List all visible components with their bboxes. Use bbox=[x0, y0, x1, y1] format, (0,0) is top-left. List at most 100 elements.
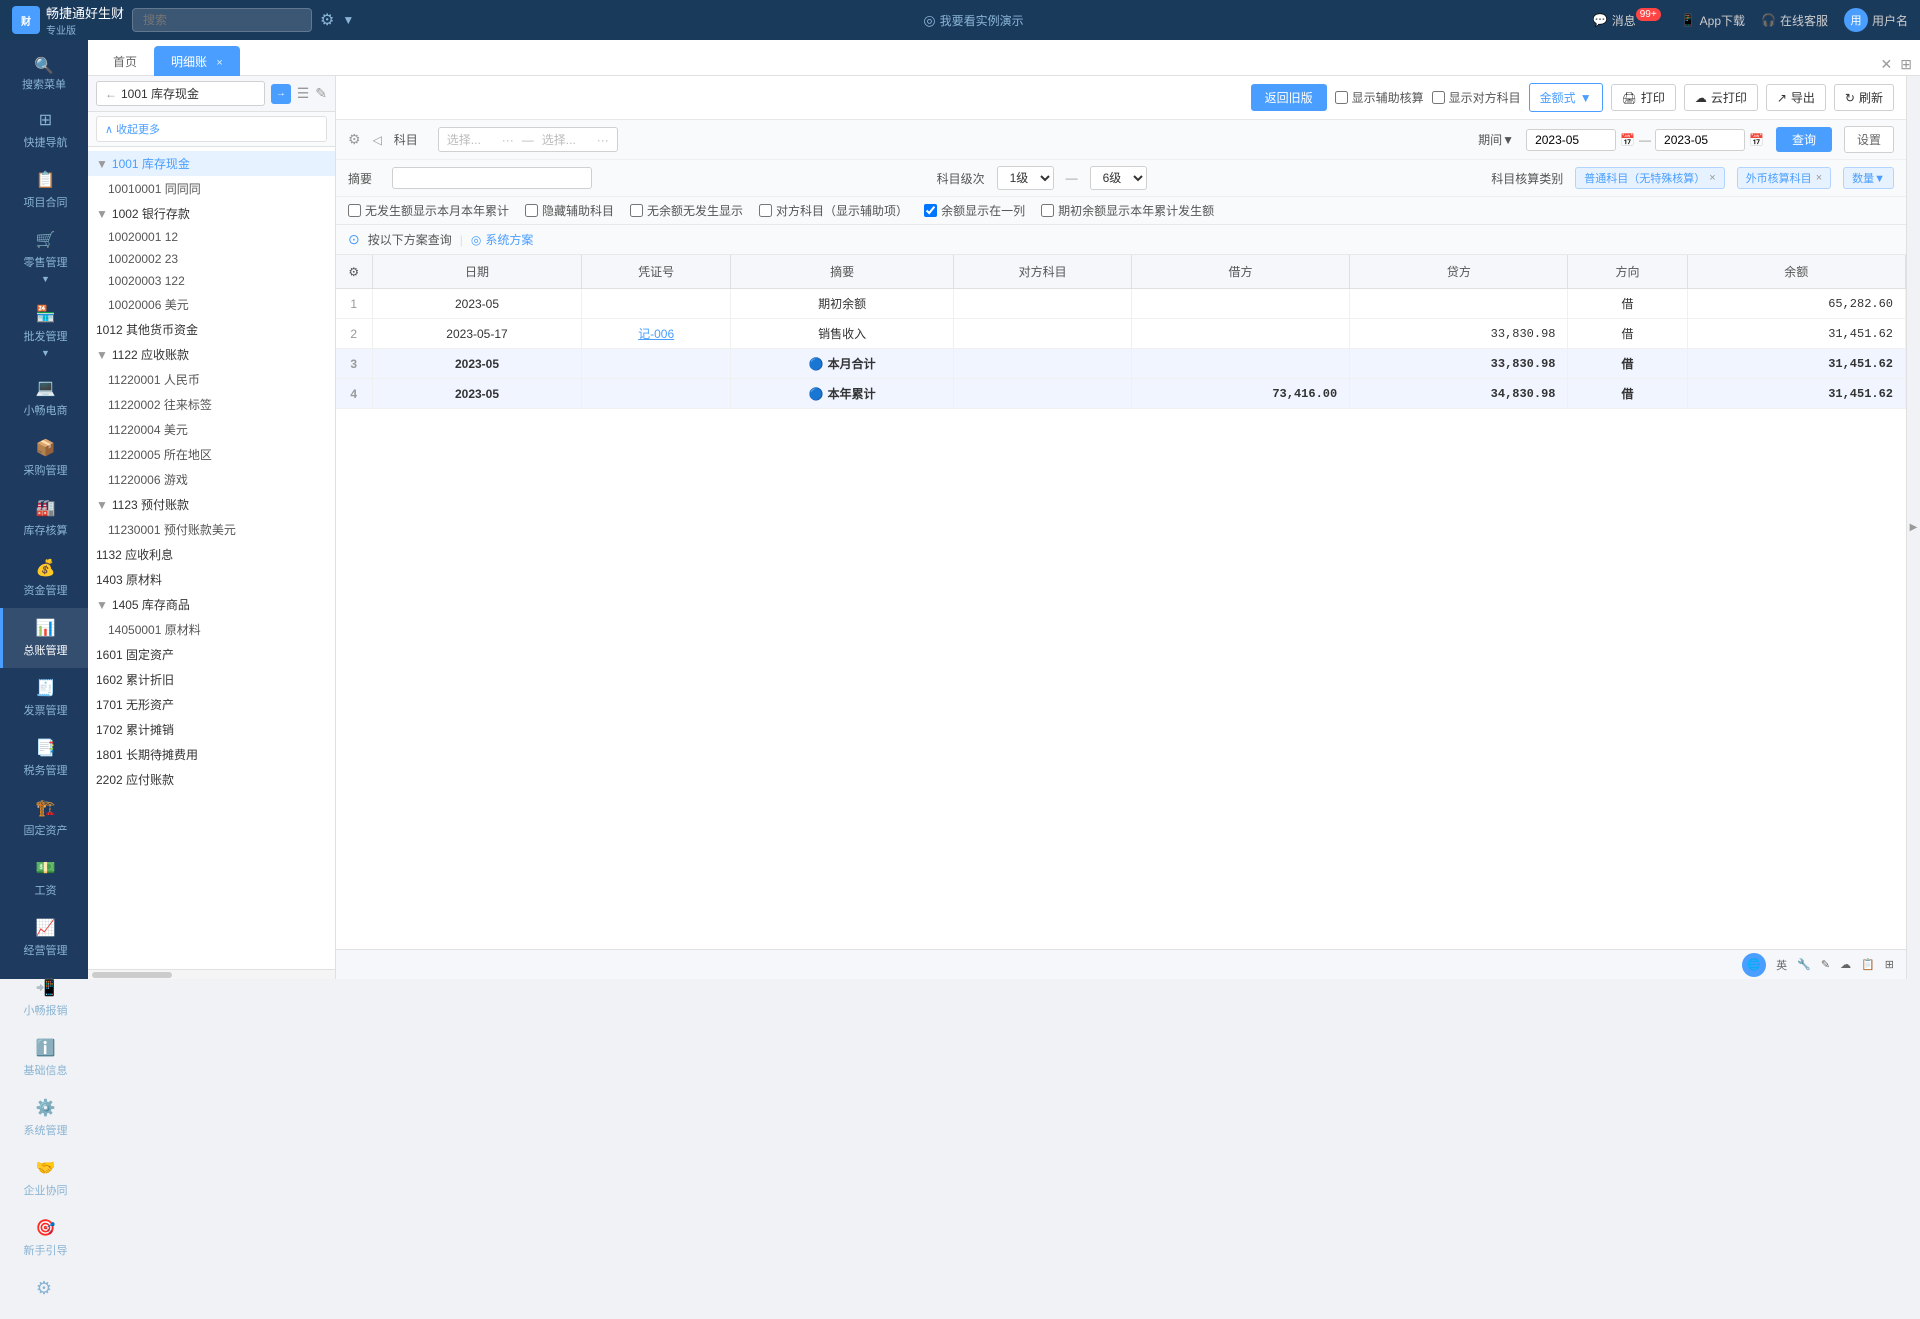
sidebar-item-quick-nav[interactable]: ⊞ 快捷导航 bbox=[0, 100, 88, 160]
status-tools-icon[interactable]: 🔧 bbox=[1797, 958, 1811, 971]
export-btn[interactable]: ↗ 导出 bbox=[1766, 84, 1826, 111]
show-aux-calc-checkbox[interactable]: 显示辅助核算 bbox=[1335, 89, 1424, 106]
tree-item-1001[interactable]: ▼1001 库存现金 bbox=[88, 151, 335, 176]
sidebar-item-tax[interactable]: 📑 税务管理 bbox=[0, 728, 88, 788]
calc-type-foreign-remove[interactable]: × bbox=[1816, 172, 1822, 184]
tree-item-11220004[interactable]: 11220004 美元 bbox=[88, 417, 335, 442]
calc-type-foreign-tag[interactable]: 外币核算科目 × bbox=[1737, 167, 1831, 189]
sidebar-item-system[interactable]: ⚙️ 系统管理 bbox=[0, 1088, 88, 1148]
subject-filter-input[interactable]: 选择... ··· — 选择... ··· bbox=[438, 127, 618, 152]
tab-home[interactable]: 首页 bbox=[96, 46, 154, 76]
checkbox-no-occur[interactable]: 无发生额显示本月本年累计 bbox=[348, 202, 509, 219]
refresh-btn[interactable]: ↻ 刷新 bbox=[1834, 84, 1894, 111]
show-opposite-checkbox[interactable]: 显示对方科目 bbox=[1432, 89, 1521, 106]
calc-type-normal-tag[interactable]: 普通科目（无特殊核算） × bbox=[1575, 167, 1724, 189]
tree-item-10020003[interactable]: 10020003 122 bbox=[88, 270, 335, 292]
sidebar-item-purchase[interactable]: 📦 采购管理 bbox=[0, 428, 88, 488]
settings-filter-icon[interactable]: ⚙ bbox=[348, 131, 361, 148]
tree-item-10020001[interactable]: 10020001 12 bbox=[88, 226, 335, 248]
status-copy-icon[interactable]: 📋 bbox=[1861, 958, 1875, 971]
sidebar-item-xiaochang-sales[interactable]: 📲 小畅报销 bbox=[0, 968, 88, 1028]
tree-item-10010001[interactable]: 10010001 同同同 bbox=[88, 176, 335, 201]
tree-item-11230001[interactable]: 11230001 预付账款美元 bbox=[88, 517, 335, 542]
status-expand-icon[interactable]: ⊞ bbox=[1885, 958, 1894, 971]
sidebar-item-inventory[interactable]: 🏭 库存核算 bbox=[0, 488, 88, 548]
sidebar-item-payroll[interactable]: 💵 工资 bbox=[0, 848, 88, 908]
tab-detail[interactable]: 明细账 × bbox=[154, 46, 240, 76]
checkbox-period-beginning-input[interactable] bbox=[1041, 204, 1054, 217]
format-btn[interactable]: 金额式 ▼ bbox=[1529, 83, 1603, 112]
tree-item-1602[interactable]: 1602 累计折旧 bbox=[88, 667, 335, 692]
tree-item-1701[interactable]: 1701 无形资产 bbox=[88, 692, 335, 717]
user-avatar[interactable]: 用 用户名 bbox=[1844, 8, 1908, 32]
checkbox-hide-helper[interactable]: 隐藏辅助科目 bbox=[525, 202, 614, 219]
level-end-select[interactable]: 6级 5级 bbox=[1090, 166, 1147, 190]
settings-icon[interactable]: ⚙ bbox=[320, 10, 334, 30]
show-opposite-input[interactable] bbox=[1432, 91, 1445, 104]
collapse-filter-icon[interactable]: ◁ bbox=[373, 133, 382, 147]
period-start-input[interactable] bbox=[1526, 129, 1616, 151]
tree-item-1403[interactable]: 1403 原材料 bbox=[88, 567, 335, 592]
sidebar-item-basic-info[interactable]: ℹ️ 基础信息 bbox=[0, 1028, 88, 1088]
checkbox-show-balance-col[interactable]: 余额显示在一列 bbox=[924, 202, 1025, 219]
lang-btn[interactable]: 🌐 bbox=[1742, 953, 1766, 977]
status-edit-icon[interactable]: ✎ bbox=[1821, 958, 1830, 971]
checkbox-opposite-subject[interactable]: 对方科目（显示辅助项） bbox=[759, 202, 908, 219]
checkbox-show-balance-col-input[interactable] bbox=[924, 204, 937, 217]
message-btn[interactable]: 💬 消息 99+ bbox=[1593, 12, 1665, 29]
tree-item-10020006[interactable]: 10020006 美元 bbox=[88, 292, 335, 317]
col-settings-icon[interactable]: ⚙ bbox=[348, 265, 359, 279]
tree-item-1002[interactable]: ▼1002 银行存款 bbox=[88, 201, 335, 226]
tree-item-14050001[interactable]: 14050001 原材料 bbox=[88, 617, 335, 642]
tree-item-1405[interactable]: ▼1405 库存商品 bbox=[88, 592, 335, 617]
summary-filter-input[interactable] bbox=[392, 167, 592, 189]
tab-expand-btn[interactable]: ⊞ bbox=[1900, 56, 1912, 73]
global-search-input[interactable] bbox=[132, 8, 312, 32]
navigate-arrow-btn[interactable]: → bbox=[271, 84, 291, 104]
row-voucher[interactable]: 记-006 bbox=[582, 319, 730, 349]
tree-item-11220001[interactable]: 11220001 人民币 bbox=[88, 367, 335, 392]
side-collapse-btn[interactable]: ▶ bbox=[1906, 76, 1920, 979]
online-service-btn[interactable]: 🎧 在线客服 bbox=[1761, 12, 1828, 29]
sidebar-item-accounting[interactable]: 📊 总账管理 bbox=[0, 608, 88, 668]
tree-item-1122[interactable]: ▼1122 应收账款 bbox=[88, 342, 335, 367]
tab-close-btn[interactable]: × bbox=[216, 57, 222, 69]
sidebar-item-retail[interactable]: 🛒 零售管理 ▼ bbox=[0, 220, 88, 294]
tree-item-2202[interactable]: 2202 应付账款 bbox=[88, 767, 335, 792]
tree-item-1132[interactable]: 1132 应收利息 bbox=[88, 542, 335, 567]
sidebar-item-wholesale[interactable]: 🏪 批发管理 ▼ bbox=[0, 294, 88, 368]
tree-item-1012[interactable]: 1012 其他货币资金 bbox=[88, 317, 335, 342]
tree-item-11220005[interactable]: 11220005 所在地区 bbox=[88, 442, 335, 467]
list-icon[interactable]: ☰ bbox=[297, 85, 310, 102]
level-start-select[interactable]: 1级 2级 bbox=[997, 166, 1054, 190]
sidebar-item-project[interactable]: 📋 项目合同 bbox=[0, 160, 88, 220]
calc-type-normal-remove[interactable]: × bbox=[1709, 172, 1715, 184]
sidebar-item-capital[interactable]: 💰 资金管理 bbox=[0, 548, 88, 608]
tree-item-11220002[interactable]: 11220002 往来标签 bbox=[88, 392, 335, 417]
checkbox-opposite-subject-input[interactable] bbox=[759, 204, 772, 217]
system-scheme-btn[interactable]: ◎ 系统方案 bbox=[471, 231, 534, 248]
tree-item-10020002[interactable]: 10020002 23 bbox=[88, 248, 335, 270]
app-download-btn[interactable]: 📱 App下载 bbox=[1681, 12, 1745, 29]
tree-item-1123[interactable]: ▼1123 预付账款 bbox=[88, 492, 335, 517]
tree-scrollbar[interactable] bbox=[88, 969, 335, 979]
collapse-btn[interactable]: ∧ 收起更多 bbox=[96, 116, 327, 142]
show-aux-calc-input[interactable] bbox=[1335, 91, 1348, 104]
dropdown-icon[interactable]: ▼ bbox=[342, 13, 354, 27]
checkbox-no-balance-occur[interactable]: 无余额无发生显示 bbox=[630, 202, 743, 219]
edit-icon[interactable]: ✎ bbox=[315, 85, 327, 102]
checkbox-period-beginning[interactable]: 期初余额显示本年累计发生额 bbox=[1041, 202, 1214, 219]
status-cloud-icon[interactable]: ☁ bbox=[1840, 958, 1851, 971]
period-end-input[interactable] bbox=[1655, 129, 1745, 151]
sidebar-item-cooperation[interactable]: 🤝 企业协同 bbox=[0, 1148, 88, 1208]
col-settings[interactable]: ⚙ bbox=[336, 255, 372, 289]
tree-item-1702[interactable]: 1702 累计摊销 bbox=[88, 717, 335, 742]
scheme-label-icon[interactable]: ⊙ bbox=[348, 231, 360, 248]
calendar-start-icon[interactable]: 📅 bbox=[1620, 133, 1635, 147]
checkbox-no-occur-input[interactable] bbox=[348, 204, 361, 217]
checkbox-hide-helper-input[interactable] bbox=[525, 204, 538, 217]
sidebar-item-fixed-assets[interactable]: 🏗️ 固定资产 bbox=[0, 788, 88, 848]
query-btn[interactable]: 查询 bbox=[1776, 127, 1832, 152]
tree-item-1801[interactable]: 1801 长期待摊费用 bbox=[88, 742, 335, 767]
calc-type-quantity-tag[interactable]: 数量▼ bbox=[1843, 167, 1894, 189]
